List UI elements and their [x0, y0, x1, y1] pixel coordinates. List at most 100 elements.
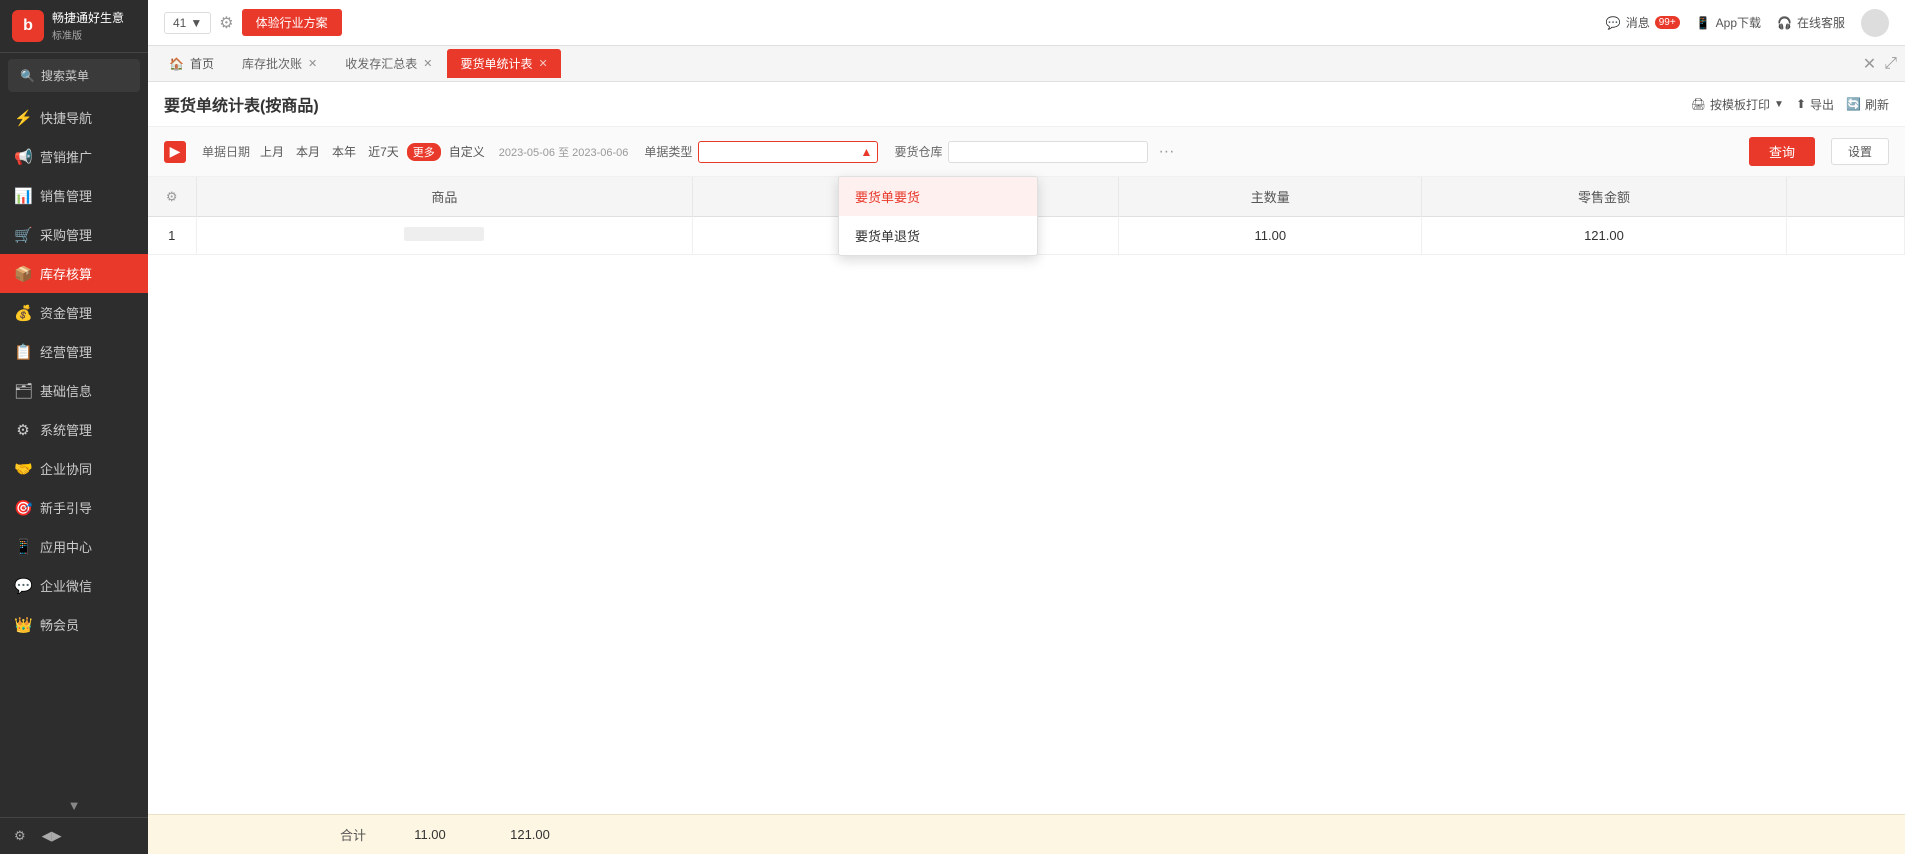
sidebar-nav: ⚡ 快捷导航 📢 营销推广 📊 销售管理 🛒 采购管理 📦 库存核算 💰 资金管… — [0, 98, 148, 794]
search-menu-label: 搜索菜单 — [41, 67, 89, 84]
sidebar-item-basic-info[interactable]: 🗂 基础信息 — [0, 371, 148, 410]
nav-label-guide: 新手引导 — [40, 498, 92, 517]
nav-icon-guide: 🎯 — [14, 499, 32, 517]
nav-icon-app-center: 📱 — [14, 538, 32, 556]
sidebar-item-operations[interactable]: 📋 经营管理 — [0, 332, 148, 371]
topbar: 41 ▼ ⚙ 体验行业方案 💬 消息 99+ 📱 App下载 🎧 在线客服 — [148, 0, 1905, 46]
nav-icon-operations: 📋 — [14, 343, 32, 361]
date-btn-this-year[interactable]: 本年 — [328, 141, 360, 162]
topbar-left: 41 ▼ ⚙ 体验行业方案 — [164, 9, 1594, 36]
app-download-group[interactable]: 📱 App下载 — [1696, 14, 1761, 31]
search-menu[interactable]: 🔍 搜索菜单 — [8, 59, 140, 92]
warehouse-input[interactable] — [948, 141, 1148, 163]
online-service-group[interactable]: 🎧 在线客服 — [1777, 14, 1845, 31]
nav-icon-quick-nav: ⚡ — [14, 109, 32, 127]
sidebar-item-system[interactable]: ⚙ 系统管理 — [0, 410, 148, 449]
print-chevron-icon: ▼ — [1774, 99, 1784, 110]
refresh-action[interactable]: 🔄 刷新 — [1846, 96, 1889, 113]
chevron-down-icon: ▼ — [190, 16, 202, 30]
col-settings-icon[interactable]: ⚙ — [166, 189, 178, 204]
dropdown-item-request-return[interactable]: 要货单退货 — [839, 216, 1037, 255]
tab-receivable-summary-close[interactable]: ✕ — [423, 57, 432, 70]
industry-button[interactable]: 体验行业方案 — [242, 9, 342, 36]
app-label: App下载 — [1716, 14, 1761, 31]
sidebar-item-marketing[interactable]: 📢 营销推广 — [0, 137, 148, 176]
print-action[interactable]: 🖨 按模板打印 ▼ — [1691, 96, 1784, 113]
print-icon: 🖨 — [1691, 97, 1706, 111]
cell-qty: 11.00 — [1119, 217, 1422, 255]
search-icon: 🔍 — [20, 69, 35, 83]
nav-label-finance: 资金管理 — [40, 303, 92, 322]
warehouse-filter-label: 要货仓库 — [894, 143, 942, 160]
nav-label-inventory: 库存核算 — [40, 264, 92, 283]
user-avatar[interactable] — [1861, 9, 1889, 37]
settings-gear-icon[interactable]: ⚙ — [219, 13, 233, 33]
store-name: 41 — [173, 16, 186, 30]
settings-button[interactable]: 设置 — [1831, 138, 1889, 165]
nav-label-operations: 经营管理 — [40, 342, 92, 361]
tab-request-stat[interactable]: 要货单统计表 ✕ — [447, 49, 560, 78]
total-qty: 11.00 — [380, 827, 480, 842]
nav-icon-inventory: 📦 — [14, 265, 32, 283]
sidebar-item-member[interactable]: 👑 畅会员 — [0, 605, 148, 644]
filter-expand-button[interactable]: ▶ — [164, 141, 186, 163]
tab-inventory-batch[interactable]: 库存批次账 ✕ — [229, 49, 330, 78]
sidebar-item-quick-nav[interactable]: ⚡ 快捷导航 — [0, 98, 148, 137]
nav-icon-member: 👑 — [14, 616, 32, 634]
tab-inventory-batch-close[interactable]: ✕ — [308, 57, 317, 70]
sidebar-item-purchase[interactable]: 🛒 采购管理 — [0, 215, 148, 254]
settings-icon[interactable]: ⚙ — [14, 828, 26, 844]
collapse-icon[interactable]: ◀▶ — [42, 828, 62, 844]
cell-product — [196, 217, 693, 255]
sidebar-item-app-center[interactable]: 📱 应用中心 — [0, 527, 148, 566]
topbar-right: 💬 消息 99+ 📱 App下载 🎧 在线客服 — [1606, 9, 1889, 37]
tab-request-stat-label: 要货单统计表 — [460, 55, 532, 72]
sidebar-scroll-down[interactable]: ▼ — [0, 794, 148, 817]
tab-receivable-summary[interactable]: 收发存汇总表 ✕ — [332, 49, 445, 78]
nav-icon-purchase: 🛒 — [14, 226, 32, 244]
date-filter-label: 单据日期 — [202, 143, 250, 160]
query-button[interactable]: 查询 — [1749, 137, 1815, 166]
tab-close-all-icon[interactable]: ✕ — [1863, 54, 1876, 74]
export-action[interactable]: ⬆ 导出 — [1796, 96, 1834, 113]
nav-label-member: 畅会员 — [40, 615, 79, 634]
refresh-label: 刷新 — [1865, 96, 1889, 113]
date-btn-custom[interactable]: 自定义 — [445, 141, 489, 162]
sidebar-item-sales[interactable]: 📊 销售管理 — [0, 176, 148, 215]
nav-label-app-center: 应用中心 — [40, 537, 92, 556]
main-area: 41 ▼ ⚙ 体验行业方案 💬 消息 99+ 📱 App下载 🎧 在线客服 — [148, 0, 1905, 854]
nav-label-system: 系统管理 — [40, 420, 92, 439]
message-group[interactable]: 💬 消息 99+ — [1606, 14, 1680, 31]
export-label: 导出 — [1810, 96, 1834, 113]
col-qty: 主数量 — [1119, 177, 1422, 217]
date-btn-7days[interactable]: 近7天 — [364, 141, 403, 162]
type-select-input[interactable] — [698, 141, 878, 163]
page-title: 要货单统计表(按商品) — [164, 92, 319, 116]
sidebar-item-wechat[interactable]: 💬 企业微信 — [0, 566, 148, 605]
filter-bar: ▶ 单据日期 上月 本月 本年 近7天 更多 自定义 2023-05-06 至 … — [148, 127, 1905, 177]
logo-area: b 畅捷通好生意 标准版 — [0, 0, 148, 53]
col-settings: ⚙ — [148, 177, 196, 217]
sidebar-item-finance[interactable]: 💰 资金管理 — [0, 293, 148, 332]
tab-home[interactable]: 🏠 首页 — [156, 49, 227, 78]
sidebar-item-enterprise[interactable]: 🤝 企业协同 — [0, 449, 148, 488]
tab-request-stat-close[interactable]: ✕ — [538, 57, 547, 70]
date-btn-last-month[interactable]: 上月 — [256, 141, 288, 162]
nav-icon-marketing: 📢 — [14, 148, 32, 166]
app-icon: 📱 — [1696, 16, 1711, 30]
tab-expand-icon[interactable]: ⤢ — [1884, 55, 1897, 73]
content-area: 要货单统计表(按商品) 🖨 按模板打印 ▼ ⬆ 导出 🔄 刷新 ▶ — [148, 82, 1905, 854]
sidebar-item-guide[interactable]: 🎯 新手引导 — [0, 488, 148, 527]
nav-icon-finance: 💰 — [14, 304, 32, 322]
filter-more-icon[interactable]: ··· — [1158, 143, 1174, 161]
nav-icon-sales: 📊 — [14, 187, 32, 205]
store-selector[interactable]: 41 ▼ — [164, 12, 211, 34]
logo-icon: b — [12, 10, 44, 42]
dropdown-item-request-order[interactable]: 要货单要货 — [839, 177, 1037, 216]
nav-label-quick-nav: 快捷导航 — [40, 108, 92, 127]
sidebar-item-inventory[interactable]: 📦 库存核算 — [0, 254, 148, 293]
service-icon: 🎧 — [1777, 16, 1792, 30]
sidebar-footer: ⚙ ◀▶ — [0, 817, 148, 854]
date-btn-this-month[interactable]: 本月 — [292, 141, 324, 162]
date-btn-more[interactable]: 更多 — [407, 143, 441, 161]
